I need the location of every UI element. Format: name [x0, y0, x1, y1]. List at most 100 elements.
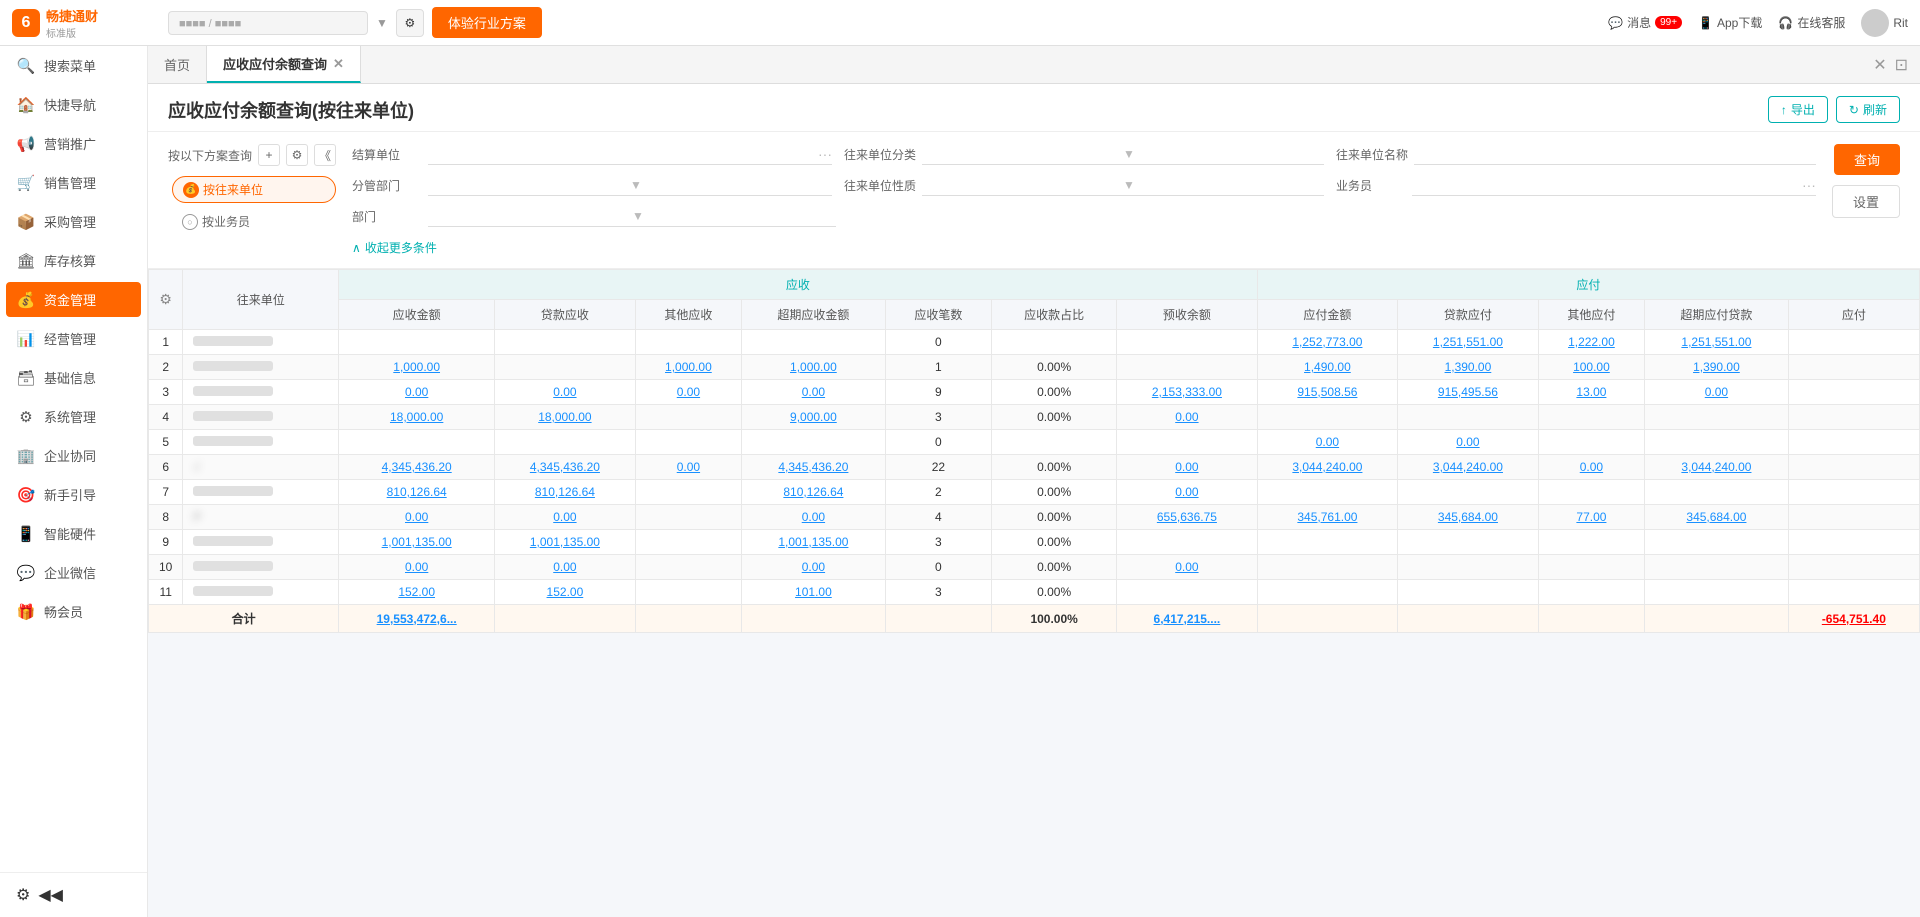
cell-ar-amt[interactable]: 0.00 [339, 505, 495, 530]
sidebar-item-ops[interactable]: 📊 经营管理 [0, 319, 147, 358]
cell-ap-amt[interactable]: 1,252,773.00 [1257, 330, 1398, 355]
messages-btn[interactable]: 💬 消息 99+ [1608, 14, 1682, 31]
dots-icon[interactable]: ··· [818, 146, 832, 162]
subdept-select[interactable]: ▼ [428, 206, 836, 227]
unit-category-select[interactable]: ▼ [922, 144, 1324, 165]
tab-ar-ap-query[interactable]: 应收应付余额查询 ✕ [207, 46, 361, 83]
setting-btn[interactable]: 设置 [1832, 185, 1900, 218]
total-ap-last[interactable]: -654,751.40 [1788, 605, 1919, 633]
cell-ar-loan[interactable]: 0.00 [495, 555, 636, 580]
cell-ap-amt[interactable]: 915,508.56 [1257, 380, 1398, 405]
unit-name-input[interactable] [1414, 144, 1816, 165]
cell-ar-amt[interactable]: 0.00 [339, 380, 495, 405]
sidebar-item-wechat[interactable]: 💬 企业微信 [0, 553, 147, 592]
cell-prepaid[interactable]: 0.00 [1117, 405, 1258, 430]
sidebar-item-sales[interactable]: 🛒 销售管理 [0, 163, 147, 202]
sidebar-bottom-settings[interactable]: ⚙ [16, 885, 30, 905]
cell-ar-overdue[interactable]: 0.00 [742, 380, 886, 405]
cell-ap-overdue[interactable]: 3,044,240.00 [1645, 455, 1789, 480]
sidebar-item-quicknav[interactable]: 🏠 快捷导航 [0, 85, 147, 124]
export-btn[interactable]: ↑ 导出 [1768, 96, 1828, 123]
cell-ap-overdue[interactable]: 1,390.00 [1645, 355, 1789, 380]
cell-ap-other[interactable]: 0.00 [1538, 455, 1644, 480]
cell-ap-overdue[interactable]: 1,251,551.00 [1645, 330, 1789, 355]
scheme-by-salesman[interactable]: ○ 按业务员 [172, 209, 336, 234]
cell-ar-loan[interactable]: 810,126.64 [495, 480, 636, 505]
cell-ap-loan[interactable]: 915,495.56 [1398, 380, 1539, 405]
cell-ar-overdue[interactable]: 0.00 [742, 505, 886, 530]
cell-ar-amt[interactable]: 1,001,135.00 [339, 530, 495, 555]
sidebar-item-iot[interactable]: 📱 智能硬件 [0, 514, 147, 553]
sidebar-item-purchase[interactable]: 📦 采购管理 [0, 202, 147, 241]
query-btn[interactable]: 查询 [1834, 144, 1900, 175]
cell-ap-loan[interactable]: 1,251,551.00 [1398, 330, 1539, 355]
cell-ar-overdue[interactable]: 101.00 [742, 580, 886, 605]
cell-prepaid[interactable]: 2,153,333.00 [1117, 380, 1258, 405]
cell-ap-overdue[interactable]: 0.00 [1645, 380, 1789, 405]
cell-ar-overdue[interactable]: 1,001,135.00 [742, 530, 886, 555]
sidebar-item-search[interactable]: 🔍 搜索菜单 [0, 46, 147, 85]
cell-ap-loan[interactable]: 0.00 [1398, 430, 1539, 455]
cell-ap-loan[interactable]: 1,390.00 [1398, 355, 1539, 380]
salesman-input[interactable] [1412, 175, 1802, 195]
sidebar-collapse-btn[interactable]: ◀◀ [38, 885, 63, 905]
sidebar-item-member[interactable]: 🎁 畅会员 [0, 592, 147, 631]
refresh-btn[interactable]: ↻ 刷新 [1836, 96, 1900, 123]
unit-nature-select[interactable]: ▼ [922, 175, 1324, 196]
filter-add-btn[interactable]: + [258, 144, 280, 166]
sidebar-item-inventory[interactable]: 🏛 库存核算 [0, 241, 147, 280]
user-menu-btn[interactable]: Rit [1861, 9, 1908, 37]
cell-ar-amt[interactable]: 1,000.00 [339, 355, 495, 380]
cell-ar-loan[interactable]: 18,000.00 [495, 405, 636, 430]
sidebar-item-collab[interactable]: 🏢 企业协同 [0, 436, 147, 475]
total-prepaid[interactable]: 6,417,215.... [1117, 605, 1258, 633]
cell-ar-overdue[interactable]: 1,000.00 [742, 355, 886, 380]
th-gear[interactable]: ⚙ [149, 270, 183, 330]
collapse-more-btn[interactable]: ∧ 收起更多条件 [352, 239, 437, 256]
cell-ar-amt[interactable]: 810,126.64 [339, 480, 495, 505]
cell-ar-amt[interactable]: 0.00 [339, 555, 495, 580]
sidebar-item-finance[interactable]: 💰 资金管理 [6, 282, 141, 317]
cell-ar-amt[interactable]: 152.00 [339, 580, 495, 605]
settlement-unit-input[interactable] [428, 144, 818, 164]
gear-icon[interactable]: ⚙ [159, 291, 172, 307]
cell-ar-loan[interactable]: 0.00 [495, 380, 636, 405]
close-window-icon[interactable]: ✕ [1873, 55, 1886, 75]
cell-ar-amt[interactable]: 4,345,436.20 [339, 455, 495, 480]
online-service-btn[interactable]: 🎧 在线客服 [1778, 14, 1845, 31]
filter-collapse-left-btn[interactable]: 《 [314, 144, 336, 166]
cell-ar-overdue[interactable]: 4,345,436.20 [742, 455, 886, 480]
cell-ar-other[interactable]: 0.00 [635, 380, 741, 405]
cell-prepaid[interactable]: 655,636.75 [1117, 505, 1258, 530]
app-download-btn[interactable]: 📱 App下载 [1698, 14, 1762, 31]
cell-prepaid[interactable]: 0.00 [1117, 455, 1258, 480]
cell-ap-amt[interactable]: 0.00 [1257, 430, 1398, 455]
cell-ap-loan[interactable]: 3,044,240.00 [1398, 455, 1539, 480]
sidebar-item-system[interactable]: ⚙ 系统管理 [0, 397, 147, 436]
total-ar-amt[interactable]: 19,553,472,6... [339, 605, 495, 633]
cell-ap-other[interactable]: 100.00 [1538, 355, 1644, 380]
cell-ar-overdue[interactable]: 810,126.64 [742, 480, 886, 505]
dept-select[interactable]: ▼ [428, 175, 832, 196]
scheme-by-unit[interactable]: 💰 按往来单位 [172, 176, 336, 203]
cell-ar-loan[interactable]: 0.00 [495, 505, 636, 530]
sidebar-item-basic-info[interactable]: 🗃 基础信息 [0, 358, 147, 397]
cell-ap-loan[interactable]: 345,684.00 [1398, 505, 1539, 530]
cell-ar-other[interactable]: 1,000.00 [635, 355, 741, 380]
cell-ap-overdue[interactable]: 345,684.00 [1645, 505, 1789, 530]
sidebar-item-marketing[interactable]: 📢 营销推广 [0, 124, 147, 163]
trial-btn[interactable]: 体验行业方案 [432, 7, 542, 38]
cell-ap-other[interactable]: 1,222.00 [1538, 330, 1644, 355]
tab-home[interactable]: 首页 [148, 46, 207, 83]
sidebar-item-guide[interactable]: 🎯 新手引导 [0, 475, 147, 514]
filter-settings-btn[interactable]: ⚙ [286, 144, 308, 166]
maximize-window-icon[interactable]: ⊡ [1895, 55, 1908, 75]
cell-ap-other[interactable]: 13.00 [1538, 380, 1644, 405]
salesman-dots-icon[interactable]: ··· [1802, 177, 1816, 193]
cell-ar-overdue[interactable]: 0.00 [742, 555, 886, 580]
cell-ap-amt[interactable]: 345,761.00 [1257, 505, 1398, 530]
cell-ap-other[interactable]: 77.00 [1538, 505, 1644, 530]
gear-settings-btn[interactable]: ⚙ [396, 9, 424, 37]
tab-close-btn[interactable]: ✕ [333, 56, 344, 72]
cell-ar-overdue[interactable]: 9,000.00 [742, 405, 886, 430]
